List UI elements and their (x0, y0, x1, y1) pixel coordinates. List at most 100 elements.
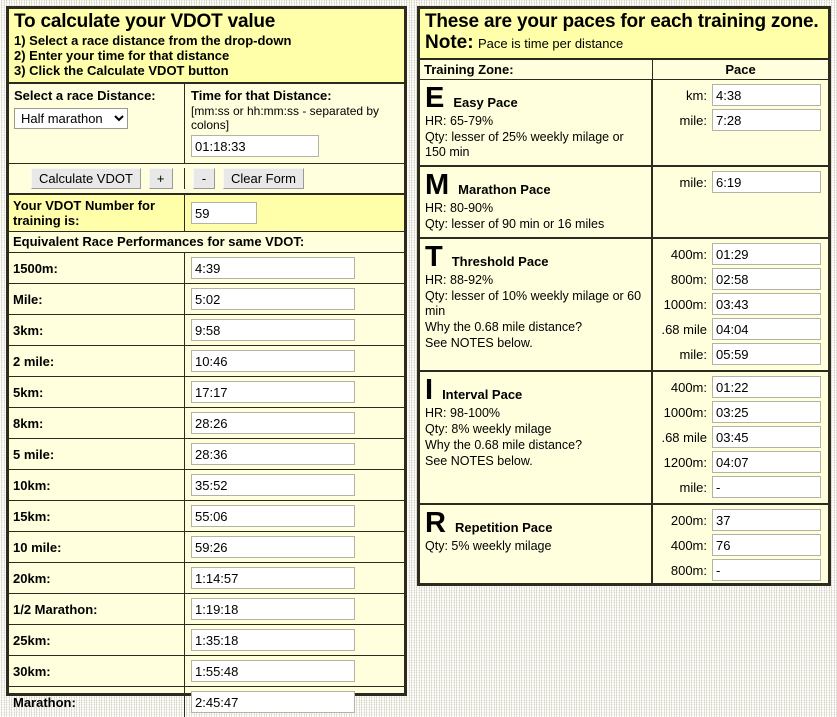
vdot-result-value-cell (185, 195, 404, 231)
pace-unit-label: 1000m: (664, 297, 707, 312)
table-row: 3km: (9, 315, 404, 346)
pace-value-input[interactable] (712, 451, 821, 473)
pace-unit-label: km: (686, 88, 707, 103)
pace-value-input[interactable] (712, 171, 821, 193)
race-distance-select[interactable]: Half marathon (14, 108, 128, 129)
equivalent-performances-table: 1500m:Mile:3km:2 mile:5km:8km:5 mile:10k… (9, 253, 404, 717)
race-time-input[interactable] (191, 135, 319, 157)
pace-value-input[interactable] (712, 559, 821, 581)
zone-meta-line: HR: 98-100% (425, 406, 646, 421)
race-time-output[interactable] (191, 257, 355, 279)
zone-name: Repetition Pace (455, 520, 553, 535)
zone-description: EEasy PaceHR: 65-79%Qty: lesser of 25% w… (420, 80, 653, 165)
race-time-output[interactable] (191, 350, 355, 372)
pace-value-input[interactable] (712, 293, 821, 315)
zone-meta-line: HR: 65-79% (425, 114, 646, 129)
race-time-cell (185, 501, 404, 531)
race-time-output[interactable] (191, 443, 355, 465)
pace-line: 400m: (656, 376, 821, 398)
race-time-cell (185, 408, 404, 438)
race-time-output[interactable] (191, 474, 355, 496)
pace-value-input[interactable] (712, 476, 821, 498)
pace-value-input[interactable] (712, 318, 821, 340)
pace-line: mile: (656, 171, 821, 193)
paces-title: These are your paces for each training z… (425, 11, 823, 33)
pace-value-input[interactable] (712, 376, 821, 398)
race-time-output[interactable] (191, 691, 355, 713)
pace-line: mile: (656, 109, 821, 131)
pace-value-input[interactable] (712, 509, 821, 531)
button-bar: Calculate VDOT + - Clear Form (9, 164, 404, 195)
input-row: Select a race Distance: Half marathon Ti… (9, 84, 404, 164)
increment-button[interactable]: + (149, 168, 173, 189)
race-time-output[interactable] (191, 381, 355, 403)
zone-letter: M (425, 170, 449, 200)
race-time-output[interactable] (191, 288, 355, 310)
training-zone-row: RRepetition PaceQty: 5% weekly milage200… (420, 505, 828, 586)
clear-form-button[interactable]: Clear Form (223, 168, 304, 189)
zone-name: Easy Pace (453, 95, 517, 110)
instruction-step-2: 2) Enter your time for that distance (14, 48, 399, 63)
instruction-step-3: 3) Click the Calculate VDOT button (14, 63, 399, 78)
pace-value-input[interactable] (712, 84, 821, 106)
pace-value-input[interactable] (712, 109, 821, 131)
training-zone-row: EEasy PaceHR: 65-79%Qty: lesser of 25% w… (420, 80, 828, 167)
race-time-cell (185, 625, 404, 655)
training-zones-list: EEasy PaceHR: 65-79%Qty: lesser of 25% w… (420, 80, 828, 586)
race-time-output[interactable] (191, 505, 355, 527)
zone-pace-list: 200m:400m:800m: (653, 505, 828, 586)
training-paces-panel: These are your paces for each training z… (417, 6, 831, 586)
pace-value-input[interactable] (712, 268, 821, 290)
zone-title-line: RRepetition Pace (425, 508, 646, 538)
table-row: 1500m: (9, 253, 404, 284)
table-row: 30km: (9, 656, 404, 687)
calculate-vdot-button[interactable]: Calculate VDOT (31, 168, 141, 189)
race-time-output[interactable] (191, 412, 355, 434)
zone-title-line: MMarathon Pace (425, 170, 646, 200)
race-distance-label: 10km: (9, 470, 185, 500)
zone-description: MMarathon PaceHR: 80-90%Qty: lesser of 9… (420, 167, 653, 237)
race-time-output[interactable] (191, 660, 355, 682)
vdot-value-input[interactable] (191, 202, 257, 224)
table-row: 10km: (9, 470, 404, 501)
zone-meta-line: Qty: lesser of 25% weekly milage or 150 … (425, 130, 646, 160)
pace-line: 400m: (656, 243, 821, 265)
zone-name: Threshold Pace (452, 254, 549, 269)
vdot-result-label: Your VDOT Number for training is: (9, 195, 185, 231)
pace-unit-label: 1000m: (664, 405, 707, 420)
pace-value-input[interactable] (712, 401, 821, 423)
pace-value-input[interactable] (712, 534, 821, 556)
zone-column-header: Training Zone: (420, 60, 653, 79)
instruction-step-1: 1) Select a race distance from the drop-… (14, 33, 399, 48)
training-zone-row: IInterval PaceHR: 98-100%Qty: 8% weekly … (420, 372, 828, 505)
table-row: 20km: (9, 563, 404, 594)
pace-value-input[interactable] (712, 243, 821, 265)
zone-name: Interval Pace (442, 387, 522, 402)
button-group-primary: Calculate VDOT + (9, 168, 185, 189)
zone-pace-list: mile: (653, 167, 828, 237)
pace-value-input[interactable] (712, 426, 821, 448)
decrement-button[interactable]: - (193, 168, 215, 189)
race-time-cell (185, 563, 404, 593)
pace-unit-label: 800m: (671, 272, 707, 287)
race-time-output[interactable] (191, 629, 355, 651)
zone-pace-list: 400m:800m:1000m:.68 milemile: (653, 239, 828, 370)
zone-pace-list: 400m:1000m:.68 mile1200m:mile: (653, 372, 828, 503)
zones-column-headers: Training Zone: Pace (420, 60, 828, 80)
pace-unit-label: mile: (680, 113, 707, 128)
distance-field-group: Select a race Distance: Half marathon (9, 84, 185, 163)
race-time-output[interactable] (191, 567, 355, 589)
pace-value-input[interactable] (712, 343, 821, 365)
race-time-output[interactable] (191, 598, 355, 620)
race-distance-label: Marathon: (9, 687, 185, 717)
zone-letter: T (425, 242, 443, 272)
race-time-output[interactable] (191, 536, 355, 558)
pace-unit-label: 400m: (671, 247, 707, 262)
race-time-cell (185, 315, 404, 345)
race-distance-label: 3km: (9, 315, 185, 345)
zone-pace-list: km: mile: (653, 80, 828, 165)
table-row: Marathon: (9, 687, 404, 717)
race-time-output[interactable] (191, 319, 355, 341)
pace-unit-label: 200m: (671, 513, 707, 528)
zone-meta-line: Why the 0.68 mile distance? (425, 438, 646, 453)
